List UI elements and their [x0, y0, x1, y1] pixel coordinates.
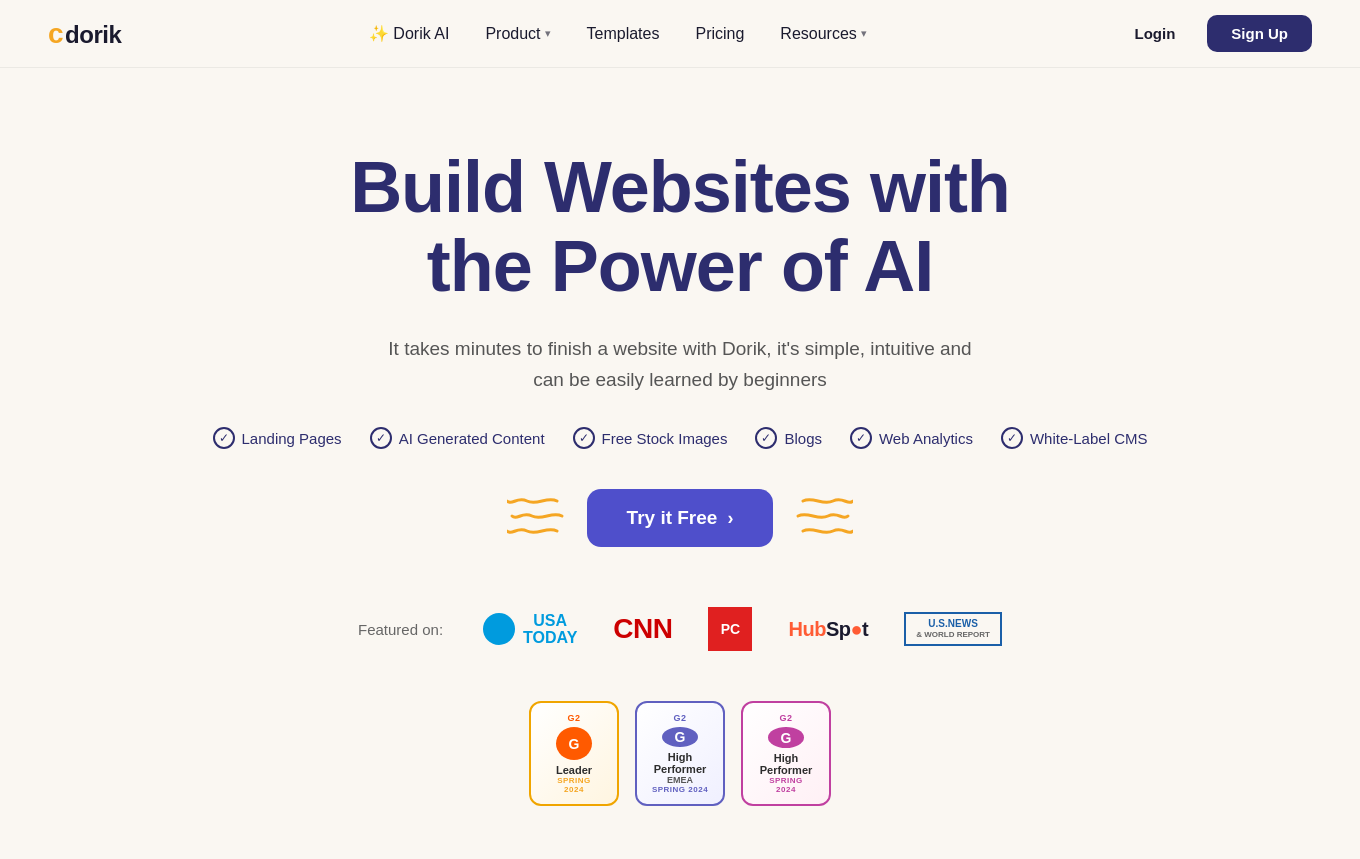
feature-label-6: White-Label CMS: [1030, 430, 1148, 447]
hero-title-line2: the Power of AI: [427, 226, 933, 306]
nav-actions: Login Sign Up: [1115, 15, 1313, 52]
feature-ai-content: ✓ AI Generated Content: [370, 427, 545, 449]
chevron-down-icon-2: ▾: [861, 27, 867, 40]
pc-logo: PC: [708, 607, 752, 651]
feature-label: Landing Pages: [242, 430, 342, 447]
check-icon: ✓: [213, 427, 235, 449]
hero-section: Build Websites with the Power of AI It t…: [0, 68, 1360, 859]
nav-templates-label: Templates: [587, 25, 660, 43]
feature-label-5: Web Analytics: [879, 430, 973, 447]
cta-label: Try it Free: [627, 507, 718, 529]
feature-white-label: ✓ White-Label CMS: [1001, 427, 1148, 449]
usatoday-logo: USATODAY: [483, 612, 577, 647]
badge-leader-year: 2024: [564, 785, 584, 794]
nav-pricing[interactable]: Pricing: [681, 17, 758, 51]
feature-blogs: ✓ Blogs: [755, 427, 822, 449]
logo-text: cdorik: [48, 18, 121, 50]
cta-area: Try it Free ›: [587, 489, 774, 547]
nav-resources[interactable]: Resources ▾: [766, 17, 880, 51]
check-icon-6: ✓: [1001, 427, 1023, 449]
usatoday-text: USATODAY: [523, 612, 577, 647]
check-icon-2: ✓: [370, 427, 392, 449]
badge-performer-emea-label: High Performer: [647, 751, 713, 775]
hubspot-logo: HubSp●t: [788, 618, 868, 641]
badge-performer-spring: G2 G High Performer SPRING 2024: [741, 701, 831, 806]
chevron-down-icon: ▾: [545, 27, 551, 40]
nav-ai-label: ✨ Dorik AI: [369, 24, 449, 43]
feature-label-4: Blogs: [784, 430, 822, 447]
check-icon-5: ✓: [850, 427, 872, 449]
cnn-logo: CNN: [613, 613, 672, 645]
media-logos: USATODAY CNN PC HubSp●t U.S.NEWS & WORLD…: [483, 607, 1002, 651]
squiggle-right-icon: [793, 491, 853, 545]
badge-performer-emea-sub: EMEA: [667, 775, 693, 785]
feature-web-analytics: ✓ Web Analytics: [850, 427, 973, 449]
badges-section: G2 G Leader SPRING 2024 G2 G High Perfor…: [529, 701, 831, 806]
login-button[interactable]: Login: [1115, 17, 1196, 50]
nav-product[interactable]: Product ▾: [471, 17, 564, 51]
badge-g2-label-1: G2: [567, 713, 580, 723]
feature-landing-pages: ✓ Landing Pages: [213, 427, 342, 449]
navbar: cdorik ✨ Dorik AI Product ▾ Templates Pr…: [0, 0, 1360, 68]
feature-stock-images: ✓ Free Stock Images: [573, 427, 728, 449]
arrow-right-icon: ›: [727, 508, 733, 529]
nav-ai-link[interactable]: ✨ Dorik AI: [355, 16, 463, 51]
usatoday-dot: [483, 613, 515, 645]
hero-subtitle: It takes minutes to finish a website wit…: [380, 334, 980, 395]
hero-title: Build Websites with the Power of AI: [350, 148, 1010, 306]
badge-performer-emea: G2 G High Performer EMEA SPRING 2024: [635, 701, 725, 806]
badge-g2-icon-3: G: [768, 727, 804, 748]
nav-resources-label: Resources: [780, 25, 856, 43]
badge-performer-spring-label: High Performer: [753, 752, 819, 776]
badge-g2-icon-2: G: [662, 727, 698, 747]
logo[interactable]: cdorik: [48, 18, 121, 50]
feature-label-3: Free Stock Images: [602, 430, 728, 447]
badge-leader-label: Leader: [556, 764, 592, 776]
featured-label: Featured on:: [358, 621, 443, 638]
features-row: ✓ Landing Pages ✓ AI Generated Content ✓…: [213, 427, 1148, 449]
squiggle-left-icon: [507, 491, 567, 545]
check-icon-4: ✓: [755, 427, 777, 449]
hero-title-line1: Build Websites with: [350, 147, 1010, 227]
featured-section: Featured on: USATODAY CNN PC HubSp●t U.S…: [358, 607, 1002, 651]
nav-templates[interactable]: Templates: [573, 17, 674, 51]
nav-pricing-label: Pricing: [695, 25, 744, 43]
badge-leader: G2 G Leader SPRING 2024: [529, 701, 619, 806]
usnews-logo: U.S.NEWS & WORLD REPORT: [904, 612, 1002, 646]
badge-g2-label-2: G2: [673, 713, 686, 723]
signup-button[interactable]: Sign Up: [1207, 15, 1312, 52]
nav-links: ✨ Dorik AI Product ▾ Templates Pricing R…: [355, 16, 881, 51]
badge-performer-spring-season: SPRING: [769, 776, 803, 785]
badge-performer-emea-season: SPRING 2024: [652, 785, 708, 794]
badge-g2-label-3: G2: [779, 713, 792, 723]
badge-performer-spring-year: 2024: [776, 785, 796, 794]
try-free-button[interactable]: Try it Free ›: [587, 489, 774, 547]
feature-label-2: AI Generated Content: [399, 430, 545, 447]
badge-leader-season: SPRING: [557, 776, 591, 785]
nav-product-label: Product: [485, 25, 540, 43]
check-icon-3: ✓: [573, 427, 595, 449]
badge-g2-icon-1: G: [556, 727, 592, 760]
